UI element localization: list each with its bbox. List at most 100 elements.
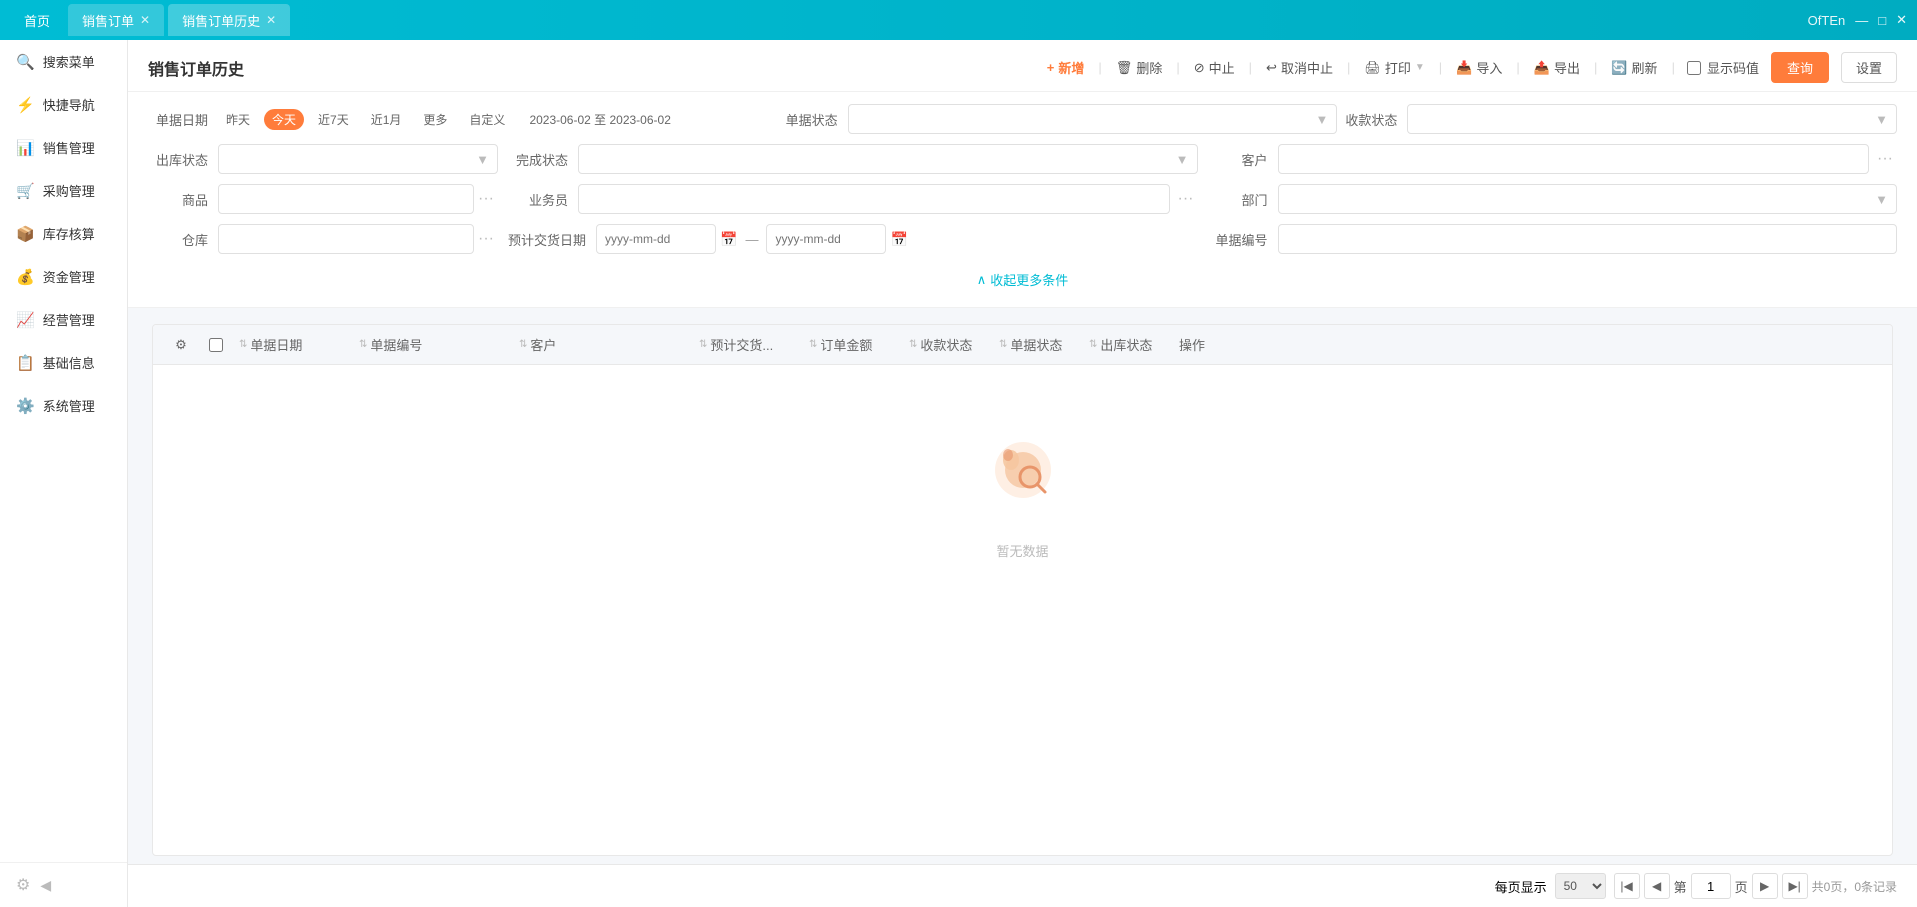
delivery-date-label: 预计交货日期 (508, 230, 596, 249)
stop-icon: ⊘ (1194, 60, 1205, 76)
warehouse-select[interactable] (218, 224, 474, 254)
product-select[interactable] (218, 184, 474, 214)
sidebar-item-purchase[interactable]: 🛒 采购管理 (0, 169, 127, 212)
sidebar-item-system[interactable]: ⚙️ 系统管理 (0, 384, 127, 427)
print-button[interactable]: 🖨 打印 ▼ (1362, 54, 1426, 81)
stop-button[interactable]: ⊘ 中止 (1192, 54, 1237, 81)
window-minimize[interactable]: — (1855, 13, 1868, 28)
new-button[interactable]: + 新增 (1045, 54, 1087, 81)
date-custom[interactable]: 自定义 (461, 109, 513, 130)
refresh-icon: 🔄 (1611, 60, 1627, 76)
refresh-button[interactable]: 🔄 刷新 (1609, 54, 1659, 81)
date-more[interactable]: 更多 (415, 109, 455, 130)
doc-num-input[interactable] (1278, 224, 1898, 254)
sidebar-item-operations[interactable]: 📈 经营管理 (0, 298, 127, 341)
tab-home[interactable]: 首页 (10, 4, 64, 36)
sidebar-settings-icon[interactable]: ⚙ (16, 875, 30, 895)
page-label: 页 (1735, 877, 1748, 896)
export-button[interactable]: 📤 导出 (1532, 54, 1582, 81)
th-client[interactable]: ⇅ 客户 (511, 335, 691, 354)
import-button[interactable]: 📥 导入 (1454, 54, 1504, 81)
cancel-stop-button[interactable]: ↩ 取消中止 (1264, 54, 1335, 81)
th-settings[interactable]: ⚙ (161, 337, 201, 353)
last-page-btn[interactable]: ▶| (1782, 873, 1808, 899)
first-page-btn[interactable]: |◀ (1614, 873, 1640, 899)
filter-row-4: 仓库 ··· 预计交货日期 📅 — 📅 (148, 224, 1897, 254)
table-settings-icon: ⚙ (175, 337, 187, 353)
basic-info-icon: 📋 (16, 354, 35, 372)
tab-sales-order-close[interactable]: ✕ (140, 13, 150, 27)
th-ops: 操作 (1171, 335, 1884, 354)
sidebar-item-finance[interactable]: 💰 资金管理 (0, 255, 127, 298)
th-payment[interactable]: ⇅ 收款状态 (901, 335, 991, 354)
tab-sales-order-history[interactable]: 销售订单历史 ✕ (168, 4, 290, 36)
stop-label: 中止 (1209, 58, 1235, 77)
status-select[interactable]: ▼ (848, 104, 1338, 134)
sidebar-item-basic-info[interactable]: 📋 基础信息 (0, 341, 127, 384)
sidebar-item-search-menu-label: 搜索菜单 (43, 52, 95, 71)
dept-select[interactable]: ▼ (1278, 184, 1898, 214)
quick-nav-icon: ⚡ (16, 96, 35, 114)
window-close[interactable]: ✕ (1896, 12, 1907, 28)
th-ops-label: 操作 (1179, 335, 1205, 354)
prev-page-btn[interactable]: ◀ (1644, 873, 1670, 899)
empty-text: 暂无数据 (996, 541, 1048, 560)
th-num[interactable]: ⇅ 单据编号 (351, 335, 511, 354)
sidebar-item-quick-nav[interactable]: ⚡ 快捷导航 (0, 83, 127, 126)
sidebar-item-inventory[interactable]: 📦 库存核算 (0, 212, 127, 255)
th-status-label: 单据状态 (1010, 335, 1062, 354)
tab-sales-order-history-close[interactable]: ✕ (266, 13, 276, 27)
page-num-input[interactable] (1691, 873, 1731, 899)
query-button[interactable]: 查询 (1771, 52, 1829, 83)
next-page-btn[interactable]: ▶ (1752, 873, 1778, 899)
top-bar: 首页 销售订单 ✕ 销售订单历史 ✕ OfTEn — □ ✕ (0, 0, 1917, 40)
product-dots[interactable]: ··· (474, 190, 498, 208)
date-last7[interactable]: 近7天 (310, 109, 357, 130)
tab-sales-order-history-label: 销售订单历史 (182, 11, 260, 30)
tab-sales-order[interactable]: 销售订单 ✕ (68, 4, 164, 36)
delivery-date-from[interactable] (596, 224, 716, 254)
th-status[interactable]: ⇅ 单据状态 (991, 335, 1081, 354)
delivery-date-to[interactable] (766, 224, 886, 254)
sidebar-item-sales[interactable]: 📊 销售管理 (0, 126, 127, 169)
date-filter-content: 昨天 今天 近7天 近1月 更多 自定义 2023-06-02 至 2023-0… (218, 109, 778, 130)
calendar-to-icon[interactable]: 📅 (890, 231, 907, 248)
delete-button[interactable]: 🗑 删除 (1114, 54, 1165, 81)
outbound-select[interactable]: ▼ (218, 144, 498, 174)
date-today[interactable]: 今天 (264, 109, 304, 130)
sidebar-item-search-menu[interactable]: 🔍 搜索菜单 (0, 40, 127, 83)
sidebar-collapse-icon[interactable]: ◀ (40, 877, 51, 894)
th-checkbox[interactable] (201, 338, 231, 352)
date-dash: — (741, 232, 762, 247)
customer-dots[interactable]: ··· (1873, 150, 1897, 168)
payment-select[interactable]: ▼ (1407, 104, 1897, 134)
delivery-date-filter: 预计交货日期 📅 — 📅 (508, 224, 1198, 254)
filter-row-1: 单据日期 昨天 今天 近7天 近1月 更多 自定义 2023-06-02 至 2… (148, 104, 1897, 134)
salesperson-select[interactable] (578, 184, 1170, 214)
display-cols-checkbox[interactable] (1687, 61, 1701, 75)
th-outbound[interactable]: ⇅ 出库状态 (1081, 335, 1171, 354)
salesperson-dots[interactable]: ··· (1174, 190, 1198, 208)
date-last1m[interactable]: 近1月 (363, 109, 410, 130)
th-date[interactable]: ⇅ 单据日期 (231, 335, 351, 354)
settings-button[interactable]: 设置 (1841, 52, 1897, 83)
date-yesterday[interactable]: 昨天 (218, 109, 258, 130)
new-label: 新增 (1058, 58, 1084, 77)
window-maximize[interactable]: □ (1878, 13, 1886, 28)
calendar-from-icon[interactable]: 📅 (720, 231, 737, 248)
complete-select[interactable]: ▼ (578, 144, 1198, 174)
customer-select[interactable] (1278, 144, 1870, 174)
sidebar-item-quick-nav-label: 快捷导航 (43, 95, 95, 114)
print-icon: 🖨 (1364, 60, 1381, 76)
select-all-checkbox[interactable] (209, 338, 223, 352)
th-delivery[interactable]: ⇅ 预计交货... (691, 335, 801, 354)
warehouse-dots[interactable]: ··· (474, 230, 498, 248)
sort-icon-client: ⇅ (519, 339, 527, 350)
page-size-select[interactable]: 50 10 20 100 (1555, 873, 1606, 899)
toolbar: + 新增 | 🗑 删除 | ⊘ 中止 | ↩ 取消中止 | (1045, 52, 1897, 83)
complete-label: 完成状态 (508, 150, 578, 169)
collapse-bar[interactable]: ∧ 收起更多条件 (148, 264, 1897, 295)
print-label: 打印 (1385, 58, 1411, 77)
th-amount[interactable]: ⇅ 订单金额 (801, 335, 901, 354)
date-range-display: 2023-06-02 至 2023-06-02 (529, 111, 670, 128)
